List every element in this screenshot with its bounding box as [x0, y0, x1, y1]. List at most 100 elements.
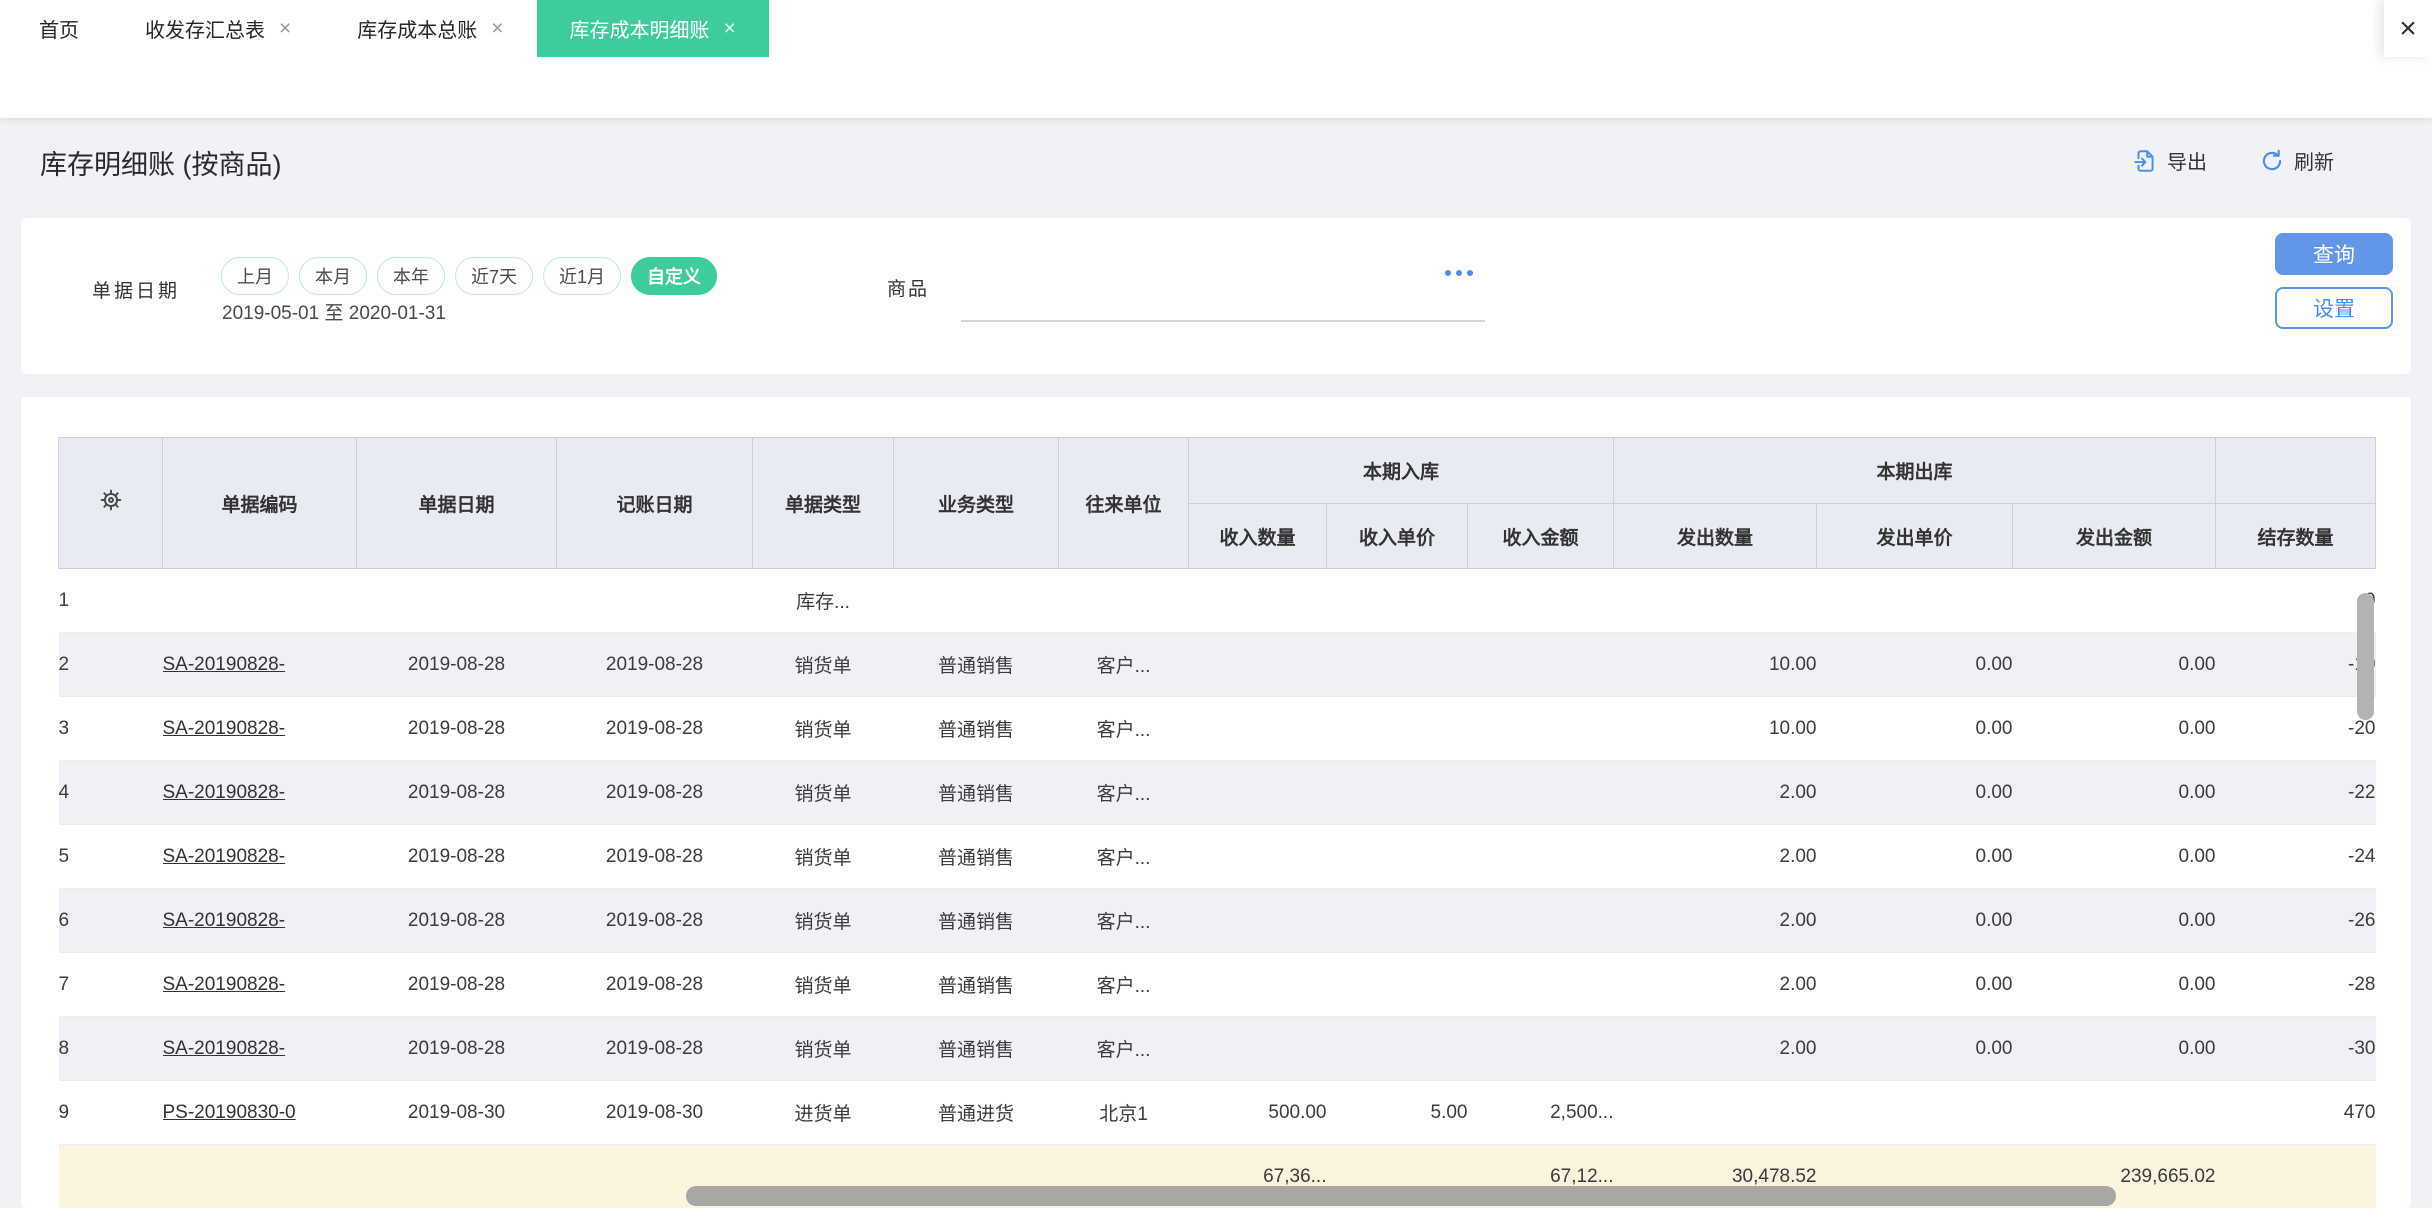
tab-cost-general-ledger[interactable]: 库存成本总账 ×: [324, 0, 536, 57]
table-row[interactable]: 7 SA-20190828- 2019-08-28 2019-08-28 销货单 普通销售…: [58, 952, 2376, 1017]
cell-date: [356, 568, 557, 633]
table-row[interactable]: 9 PS-20190830-0 2019-08-30 2019-08-30 进货单 普通进…: [58, 1080, 2376, 1145]
preset-this-month[interactable]: 本月: [299, 257, 367, 295]
cell-code: SA-20190828-: [162, 952, 357, 1017]
preset-last-7-days[interactable]: 近7天: [455, 257, 534, 295]
doc-code-link[interactable]: PS-20190830-0: [163, 1102, 296, 1123]
cell-partner: 客户...: [1058, 888, 1189, 953]
doc-code-link[interactable]: SA-20190828-: [163, 718, 286, 739]
settings-button[interactable]: 设置: [2275, 287, 2393, 329]
preset-this-year[interactable]: 本年: [377, 257, 445, 295]
cell-in_amt: [1467, 888, 1614, 953]
cell-doc: 销货单: [752, 952, 894, 1017]
cell-partner: [1058, 568, 1189, 633]
preset-last-1-month[interactable]: 近1月: [543, 257, 622, 295]
cell-out_qty: 10.00: [1613, 696, 1817, 761]
cell-book: 2019-08-28: [556, 1016, 753, 1081]
cell-doc: 销货单: [752, 696, 894, 761]
date-preset-pills: 上月 本月 本年 近7天 近1月 自定义: [221, 257, 718, 295]
tab-close-icon[interactable]: ×: [279, 18, 291, 39]
cell-out_price: 0.00: [1816, 1016, 2013, 1081]
cell-num: 7: [58, 952, 163, 1017]
col-header-in-price: 收入单价: [1326, 503, 1468, 569]
cell-doc: 销货单: [752, 888, 894, 953]
table-row[interactable]: 1 库存... 0: [58, 568, 2376, 633]
cell-balance: 470: [2215, 1080, 2376, 1145]
cell-out_qty: 2.00: [1613, 760, 1817, 825]
cell-in_price: [1326, 824, 1468, 889]
tab-summary-report[interactable]: 收发存汇总表 ×: [112, 0, 324, 57]
table-row[interactable]: 5 SA-20190828- 2019-08-28 2019-08-28 销货单 普通销售…: [58, 824, 2376, 889]
cell-balance: -22: [2215, 760, 2376, 825]
product-input[interactable]: [961, 320, 1485, 322]
tab-home[interactable]: 首页: [6, 0, 112, 57]
cell-out_price: 0.00: [1816, 888, 2013, 953]
table-row[interactable]: 8 SA-20190828- 2019-08-28 2019-08-28 销货单 普通销售…: [58, 1016, 2376, 1081]
cell-out_qty: 2.00: [1613, 1016, 1817, 1081]
doc-code-link[interactable]: SA-20190828-: [163, 654, 286, 675]
cell-book: 2019-08-28: [556, 952, 753, 1017]
cell-partner: 客户...: [1058, 760, 1189, 825]
table-row[interactable]: 2 SA-20190828- 2019-08-28 2019-08-28 销货单 普通销售…: [58, 632, 2376, 697]
cell-out_amt: 0.00: [2012, 952, 2216, 1017]
cell-code: SA-20190828-: [162, 696, 357, 761]
cell-balance: -24: [2215, 824, 2376, 889]
cell-date: 2019-08-28: [356, 632, 557, 697]
doc-code-link[interactable]: SA-20190828-: [163, 846, 286, 867]
query-button[interactable]: 查询: [2275, 233, 2393, 275]
cell-biz: 普通销售: [893, 632, 1059, 697]
table-header: 单据编码 单据日期 记账日期 单据类型 业务类型 往来单位 本期入库 本期出库 …: [58, 437, 2376, 569]
cell-date: 2019-08-28: [356, 760, 557, 825]
export-label: 导出: [2167, 152, 2207, 174]
refresh-button[interactable]: 刷新: [2259, 146, 2334, 175]
cell-code: PS-20190830-0: [162, 1080, 357, 1145]
tab-label: 库存成本明细账: [569, 20, 710, 42]
doc-code-link[interactable]: SA-20190828-: [163, 1038, 286, 1059]
cell-biz: 普通销售: [893, 1016, 1059, 1081]
cell-code: SA-20190828-: [162, 888, 357, 953]
export-button[interactable]: 导出: [2132, 146, 2207, 175]
vertical-scrollbar[interactable]: [2357, 593, 2374, 720]
doc-code-link[interactable]: SA-20190828-: [163, 974, 286, 995]
tab-close-icon[interactable]: ×: [491, 18, 503, 39]
cell-in_price: [1326, 632, 1468, 697]
cell-biz: [893, 568, 1059, 633]
cell-partner: 客户...: [1058, 632, 1189, 697]
table-row[interactable]: 3 SA-20190828- 2019-08-28 2019-08-28 销货单 普通销售…: [58, 696, 2376, 761]
doc-code-link[interactable]: SA-20190828-: [163, 782, 286, 803]
tab-close-icon[interactable]: ×: [724, 18, 736, 39]
cell-out_qty: [1613, 568, 1817, 633]
cell-num: 8: [58, 1016, 163, 1081]
cell-num: [58, 1144, 163, 1208]
cell-balance: -20: [2215, 696, 2376, 761]
refresh-icon: [2259, 148, 2285, 174]
cell-out_qty: 2.00: [1613, 952, 1817, 1017]
horizontal-scrollbar[interactable]: [686, 1186, 2116, 1206]
cell-date: [356, 1144, 557, 1208]
cell-biz: 普通销售: [893, 760, 1059, 825]
tab-cost-detail-ledger[interactable]: 库存成本明细账 ×: [536, 0, 769, 57]
cell-in_amt: [1467, 952, 1614, 1017]
preset-last-month[interactable]: 上月: [221, 257, 289, 295]
column-settings-button[interactable]: [58, 437, 163, 569]
tab-label: 库存成本总账: [357, 20, 478, 42]
col-header-balance-qty: 结存数量: [2215, 503, 2376, 569]
cell-out_qty: 2.00: [1613, 888, 1817, 953]
date-range-value[interactable]: 2019-05-01 至 2020-01-31: [222, 298, 446, 325]
close-icon[interactable]: ×: [2384, 0, 2432, 57]
col-header-doc-type: 单据类型: [752, 437, 894, 569]
inventory-ledger-screen: 首页 收发存汇总表 × 库存成本总账 × 库存成本明细账 × × 库存明细账 (…: [0, 0, 2432, 1208]
preset-custom[interactable]: 自定义: [631, 257, 718, 295]
cell-in_amt: 2,500...: [1467, 1080, 1614, 1145]
cell-book: 2019-08-28: [556, 696, 753, 761]
cell-in_qty: [1188, 696, 1327, 761]
table-row[interactable]: 6 SA-20190828- 2019-08-28 2019-08-28 销货单 普通销售…: [58, 888, 2376, 953]
col-header-doc-date: 单据日期: [356, 437, 557, 569]
doc-code-link[interactable]: SA-20190828-: [163, 910, 286, 931]
cell-partner: 客户...: [1058, 1016, 1189, 1081]
cell-in_qty: [1188, 824, 1327, 889]
table-row[interactable]: 4 SA-20190828- 2019-08-28 2019-08-28 销货单 普通销售…: [58, 760, 2376, 825]
product-more-icon[interactable]: [1445, 270, 1473, 276]
cell-num: 9: [58, 1080, 163, 1145]
cell-code: SA-20190828-: [162, 1016, 357, 1081]
